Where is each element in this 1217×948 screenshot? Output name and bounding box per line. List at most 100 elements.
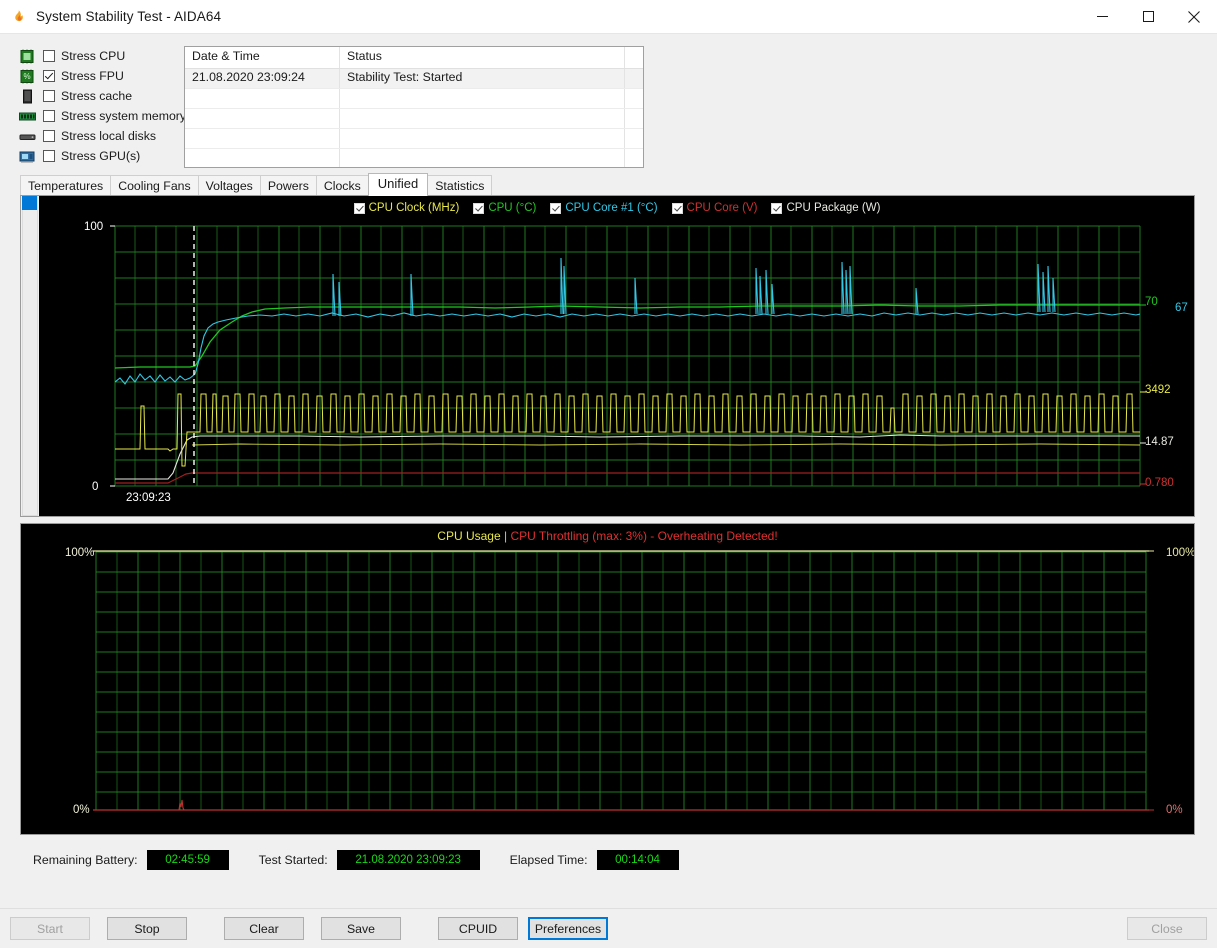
legend-label: CPU (°C) <box>488 202 537 214</box>
graph-vertical-scrollbar[interactable] <box>21 196 40 516</box>
tab-statistics[interactable]: Statistics <box>427 175 493 195</box>
legend-label: CPU Core (V) <box>686 202 758 214</box>
scrollbar-track[interactable] <box>22 196 38 516</box>
flame-icon <box>11 9 27 25</box>
cpuid-button[interactable]: CPUID <box>438 917 518 940</box>
table-row[interactable] <box>185 129 643 149</box>
tab-unified[interactable]: Unified <box>367 173 429 196</box>
remaining-battery-label: Remaining Battery: <box>33 853 138 867</box>
hard-disk-icon <box>19 129 36 144</box>
preferences-button[interactable]: Preferences <box>528 917 608 940</box>
cell-spacer <box>625 89 643 108</box>
cell-datetime <box>185 129 340 148</box>
cpu-usage-graph-panel[interactable]: CPU Usage | CPU Throttling (max: 3%) - O… <box>20 523 1195 835</box>
table-row[interactable] <box>185 109 643 129</box>
legend-item-cpu-package-power[interactable]: CPU Package (W) <box>771 202 880 214</box>
stress-fpu-checkbox[interactable] <box>43 70 55 82</box>
legend-item-cpu-clock[interactable]: CPU Clock (MHz) <box>353 202 460 214</box>
tab-clocks[interactable]: Clocks <box>315 175 369 195</box>
tab-temperatures[interactable]: Temperatures <box>20 175 112 195</box>
tab-powers[interactable]: Powers <box>259 175 317 195</box>
cell-datetime: 21.08.2020 23:09:24 <box>185 69 340 88</box>
unified-graph-legend: CPU Clock (MHz) CPU (°C) CPU Core #1 (°C… <box>40 202 1194 214</box>
column-header-status: Status <box>340 47 625 68</box>
tab-cooling-fans[interactable]: Cooling Fans <box>110 175 199 195</box>
cell-datetime <box>185 89 340 108</box>
cell-status <box>340 109 625 128</box>
legend-item-cpu-core-voltage[interactable]: CPU Core (V) <box>671 202 758 214</box>
cell-spacer <box>625 69 643 88</box>
stress-option-cache[interactable]: Stress cache <box>19 86 184 106</box>
stress-option-cpu[interactable]: Stress CPU <box>19 46 184 66</box>
table-row[interactable] <box>185 149 643 167</box>
legend-label: CPU Package (W) <box>786 202 881 214</box>
legend-label: CPU Clock (MHz) <box>368 202 460 214</box>
column-header-datetime: Date & Time <box>185 47 340 68</box>
clear-button[interactable]: Clear <box>224 917 304 940</box>
tab-bar: Temperatures Cooling Fans Voltages Power… <box>9 173 1208 196</box>
stress-option-fpu[interactable]: % Stress FPU <box>19 66 184 86</box>
stress-options-list: Stress CPU % Stress FPU Stress cache Str… <box>9 46 187 168</box>
stop-button[interactable]: Stop <box>107 917 187 940</box>
gpu-card-icon <box>19 149 36 164</box>
legend-item-cpu-temp[interactable]: CPU (°C) <box>473 202 536 214</box>
stress-option-label: Stress cache <box>61 89 133 103</box>
save-button[interactable]: Save <box>321 917 401 940</box>
table-header-row: Date & Time Status <box>185 47 643 69</box>
top-row: Stress CPU % Stress FPU Stress cache Str… <box>9 46 1208 168</box>
cell-status <box>340 89 625 108</box>
table-row[interactable]: 21.08.2020 23:09:24 Stability Test: Star… <box>185 69 643 89</box>
tab-voltages[interactable]: Voltages <box>197 175 261 195</box>
cell-status <box>340 129 625 148</box>
stress-cache-checkbox[interactable] <box>43 90 55 102</box>
stress-local-disks-checkbox[interactable] <box>43 130 55 142</box>
cache-chip-icon <box>19 89 36 104</box>
stress-option-local-disks[interactable]: Stress local disks <box>19 126 184 146</box>
stress-option-label: Stress CPU <box>61 49 126 63</box>
stress-option-gpu[interactable]: Stress GPU(s) <box>19 146 184 166</box>
stress-option-label: Stress system memory <box>61 109 187 123</box>
test-started-label: Test Started: <box>258 853 328 867</box>
cell-status <box>340 149 625 167</box>
legend-checkbox[interactable] <box>671 202 683 214</box>
aida64-stability-test-window: System Stability Test - AIDA64 Stress CP… <box>0 0 1217 948</box>
cpu-chip-icon <box>19 49 36 64</box>
stress-option-system-memory[interactable]: Stress system memory <box>19 106 187 126</box>
fpu-chip-icon: % <box>19 69 36 84</box>
unified-graph-canvas[interactable]: CPU Clock (MHz) CPU (°C) CPU Core #1 (°C… <box>40 196 1194 516</box>
maximize-icon[interactable] <box>1125 1 1171 33</box>
status-bar: Remaining Battery: 02:45:59 Test Started… <box>9 841 1208 879</box>
remaining-battery-value: 02:45:59 <box>146 850 229 870</box>
close-icon[interactable] <box>1171 1 1217 33</box>
stress-cpu-checkbox[interactable] <box>43 50 55 62</box>
stress-gpu-checkbox[interactable] <box>43 150 55 162</box>
title-bar: System Stability Test - AIDA64 <box>0 0 1217 34</box>
legend-checkbox[interactable] <box>353 202 365 214</box>
memory-module-icon <box>19 109 36 124</box>
stress-system-memory-checkbox[interactable] <box>43 110 55 122</box>
main-content: Stress CPU % Stress FPU Stress cache Str… <box>0 34 1217 908</box>
minimize-icon[interactable] <box>1079 1 1125 33</box>
column-header-spacer <box>625 47 643 68</box>
elapsed-time-label: Elapsed Time: <box>509 853 588 867</box>
button-bar: Start Stop Clear Save CPUID Preferences … <box>0 908 1217 948</box>
unified-graph-plot <box>110 225 1146 487</box>
legend-checkbox[interactable] <box>473 202 485 214</box>
cell-datetime <box>185 149 340 167</box>
close-button[interactable]: Close <box>1127 917 1207 940</box>
stress-option-label: Stress GPU(s) <box>61 149 141 163</box>
cell-spacer <box>625 129 643 148</box>
scrollbar-thumb[interactable] <box>22 196 37 210</box>
cell-spacer <box>625 149 643 167</box>
legend-checkbox[interactable] <box>771 202 783 214</box>
start-button[interactable]: Start <box>10 917 90 940</box>
table-row[interactable] <box>185 89 643 109</box>
status-log-table[interactable]: Date & Time Status 21.08.2020 23:09:24 S… <box>184 46 644 168</box>
window-title: System Stability Test - AIDA64 <box>36 9 222 24</box>
cell-datetime <box>185 109 340 128</box>
legend-checkbox[interactable] <box>550 202 562 214</box>
elapsed-time-value: 00:14:04 <box>596 850 679 870</box>
cpu-usage-plot <box>93 550 1154 811</box>
legend-item-cpu-core1-temp[interactable]: CPU Core #1 (°C) <box>550 202 658 214</box>
legend-label: CPU Core #1 (°C) <box>565 202 658 214</box>
